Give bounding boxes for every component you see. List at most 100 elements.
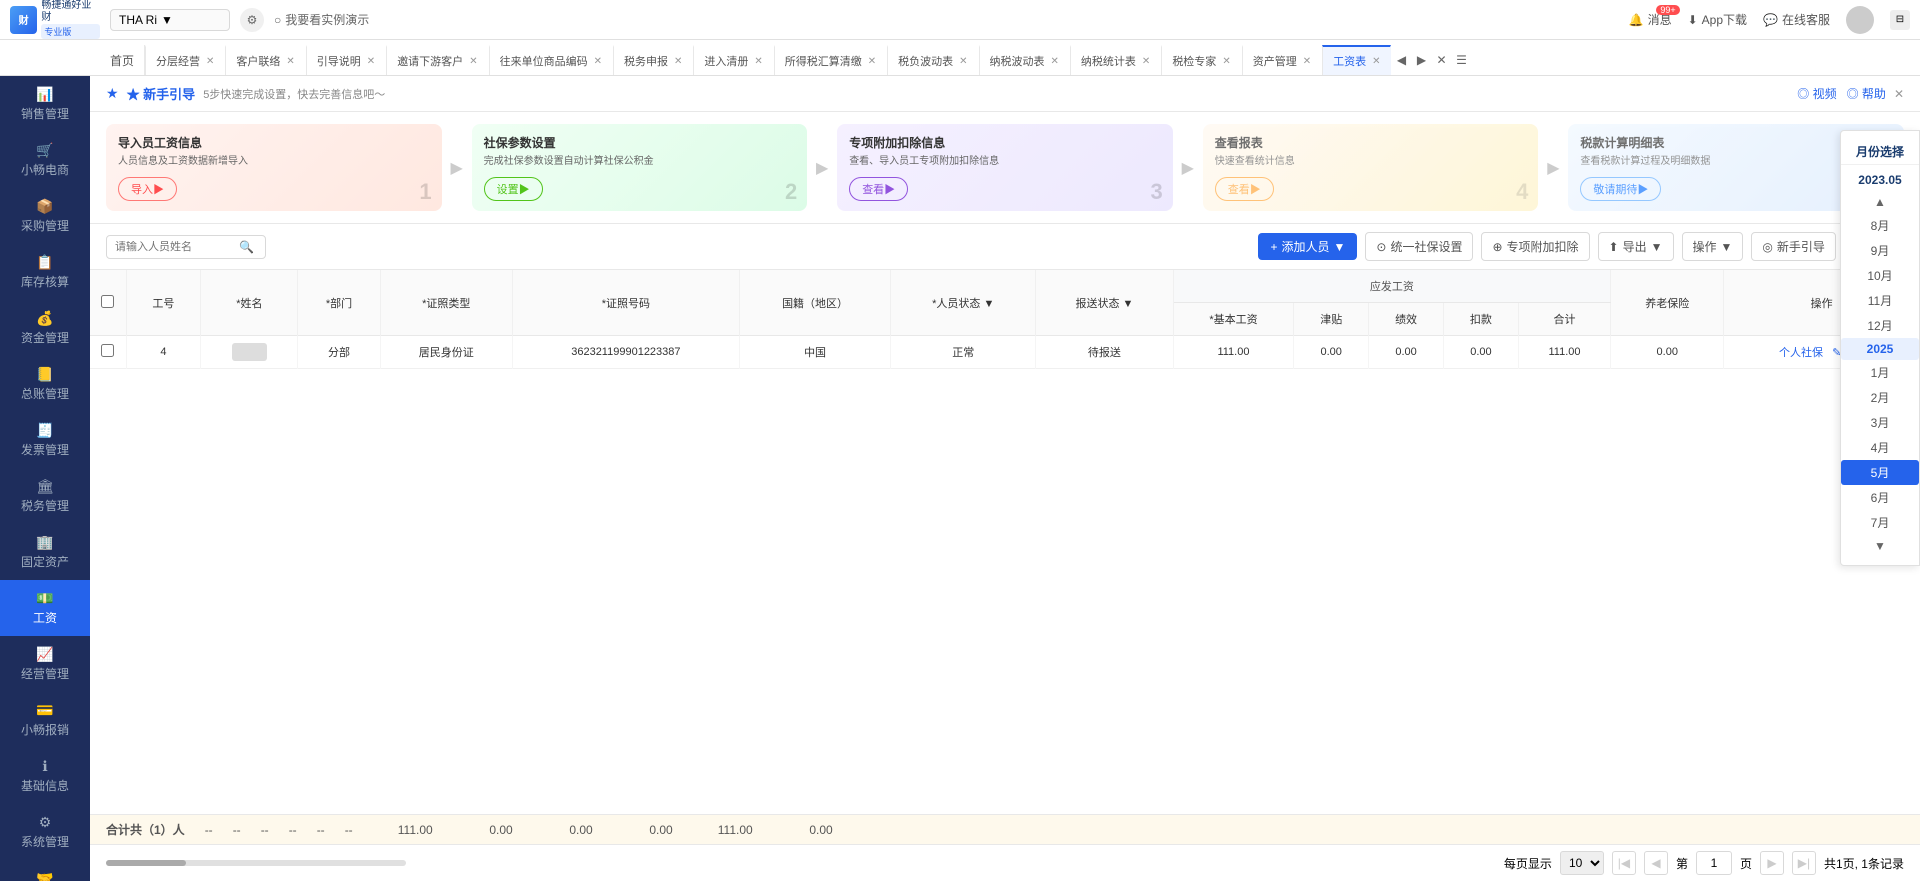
personal-insurance-button[interactable]: 个人社保	[1776, 344, 1826, 360]
tab-prev-button[interactable]: ◀	[1391, 45, 1411, 75]
month-item-1[interactable]: 1月	[1841, 360, 1919, 385]
tab-分层经营[interactable]: 分层经营 ✕	[145, 45, 225, 75]
step4-btn[interactable]: 查看▶	[1215, 177, 1274, 201]
sidebar-item-collab[interactable]: 🤝 企业协同	[0, 860, 90, 881]
month-item-3[interactable]: 3月	[1841, 410, 1919, 435]
close-icon[interactable]: ✕	[367, 56, 375, 67]
sidebar-item-ecommerce[interactable]: 🛒 小畅电商	[0, 132, 90, 188]
month-item-12[interactable]: 12月	[1841, 313, 1919, 338]
close-icon[interactable]: ✕	[1142, 56, 1150, 67]
sidebar-item-assets[interactable]: 🏢 固定资产	[0, 524, 90, 580]
add-employee-button[interactable]: + 添加人员 ▼	[1258, 233, 1357, 260]
sidebar-item-inventory[interactable]: 📋 库存核算	[0, 244, 90, 300]
sidebar-item-management[interactable]: 📈 经营管理	[0, 636, 90, 692]
special-deduction-button[interactable]: ⊕ 专项附加扣除	[1481, 232, 1589, 261]
tab-纳税波动表[interactable]: 纳税波动表 ✕	[979, 45, 1070, 75]
close-icon[interactable]: ✕	[1303, 56, 1311, 67]
sidebar-item-sales[interactable]: 📊 销售管理	[0, 76, 90, 132]
tab-客户联络[interactable]: 客户联络 ✕	[225, 45, 305, 75]
page-size-select[interactable]: 10 20 50	[1560, 851, 1604, 875]
company-selector[interactable]: THA Ri ▼	[110, 9, 230, 31]
video-link[interactable]: ◎ 视频	[1797, 85, 1836, 102]
app-download-label: App下载	[1702, 11, 1747, 28]
tab-进入清册[interactable]: 进入清册 ✕	[693, 45, 773, 75]
month-item-2025-year[interactable]: 2025	[1841, 338, 1919, 360]
month-item-2[interactable]: 2月	[1841, 385, 1919, 410]
app-download-button[interactable]: ⬇ App下载	[1688, 11, 1747, 28]
step3-btn[interactable]: 查看▶	[849, 177, 908, 201]
tab-往来单位商品编码[interactable]: 往来单位商品编码 ✕	[489, 45, 613, 75]
page-last-btn[interactable]: ▶|	[1792, 851, 1816, 875]
tab-引导说明[interactable]: 引导说明 ✕	[306, 45, 386, 75]
month-item-5[interactable]: 5月	[1841, 460, 1919, 485]
notification-button[interactable]: 🔔 消息 99+	[1629, 11, 1672, 28]
tab-home[interactable]: 首页	[100, 45, 145, 75]
guide-close-button[interactable]: ✕	[1894, 87, 1904, 101]
tab-资产管理[interactable]: 资产管理 ✕	[1242, 45, 1322, 75]
tab-税务申报[interactable]: 税务申报 ✕	[613, 45, 693, 75]
sidebar-item-purchase[interactable]: 📦 采购管理	[0, 188, 90, 244]
close-icon[interactable]: ✕	[754, 56, 762, 67]
month-up-button[interactable]: ▲	[1871, 193, 1889, 211]
tab-邀请下游客户[interactable]: 邀请下游客户 ✕	[386, 45, 488, 75]
sidebar-item-ledger[interactable]: 📒 总账管理	[0, 356, 90, 412]
close-icon[interactable]: ✕	[674, 56, 682, 67]
close-icon[interactable]: ✕	[1222, 56, 1230, 67]
demo-link[interactable]: ○ 我要看实例演示	[274, 11, 369, 28]
sidebar-item-finance[interactable]: 💰 资金管理	[0, 300, 90, 356]
tab-税检专家[interactable]: 税检专家 ✕	[1161, 45, 1241, 75]
row-checkbox[interactable]	[101, 344, 114, 357]
online-service-button[interactable]: 💬 在线客服	[1763, 11, 1830, 28]
toolbar: 🔍 + 添加人员 ▼ ⊙ 统一社保设置 ⊕ 专项附加扣除 ⬆ 导	[90, 224, 1920, 270]
tab-menu-button[interactable]: ☰	[1451, 45, 1471, 75]
month-item-11[interactable]: 11月	[1841, 288, 1919, 313]
sidebar-item-info[interactable]: ℹ 基础信息	[0, 748, 90, 804]
help-link[interactable]: ◎ 帮助	[1847, 85, 1886, 102]
page-first-button[interactable]: |◀	[1612, 851, 1636, 875]
avatar2[interactable]: ⊟	[1890, 10, 1910, 30]
close-icon[interactable]: ✕	[206, 56, 214, 67]
select-all-checkbox[interactable]	[101, 295, 114, 308]
search-input[interactable]	[115, 241, 235, 253]
operation-button[interactable]: 操作 ▼	[1682, 232, 1744, 261]
tab-工资表[interactable]: 工资表 ✕	[1322, 45, 1391, 75]
settings-button[interactable]: ⚙	[240, 8, 264, 32]
close-icon[interactable]: ✕	[469, 56, 477, 67]
step2-btn[interactable]: 设置▶	[484, 177, 543, 201]
tab-next-button[interactable]: ▶	[1411, 45, 1431, 75]
unified-setting-label: 统一社保设置	[1390, 238, 1462, 255]
sidebar-item-invoice[interactable]: 🧾 发票管理	[0, 412, 90, 468]
month-item-8[interactable]: 8月	[1841, 213, 1919, 238]
month-item-9[interactable]: 9月	[1841, 238, 1919, 263]
close-icon[interactable]: ✕	[1051, 56, 1059, 67]
month-item-6[interactable]: 6月	[1841, 485, 1919, 510]
tab-所得税汇算清缴[interactable]: 所得税汇算清缴 ✕	[774, 45, 887, 75]
page-prev-button[interactable]: ◀	[1644, 851, 1668, 875]
page-input[interactable]	[1696, 851, 1732, 875]
tab-税负波动表[interactable]: 税负波动表 ✕	[887, 45, 978, 75]
sidebar-item-salary[interactable]: 💵 工资	[0, 580, 90, 636]
close-icon[interactable]: ✕	[1372, 56, 1380, 67]
close-icon[interactable]: ✕	[959, 56, 967, 67]
close-icon[interactable]: ✕	[868, 56, 876, 67]
tab-close-all-button[interactable]: ✕	[1431, 45, 1451, 75]
month-item-7[interactable]: 7月	[1841, 510, 1919, 535]
tab-纳税统计表[interactable]: 纳税统计表 ✕	[1070, 45, 1161, 75]
step1-btn[interactable]: 导入▶	[118, 177, 177, 201]
guide-button[interactable]: ◎ 新手引导	[1751, 232, 1836, 261]
step5-btn[interactable]: 敬请期待▶	[1580, 177, 1661, 201]
month-down-button[interactable]: ▼	[1871, 537, 1889, 555]
unified-setting-button[interactable]: ⊙ 统一社保设置	[1365, 232, 1473, 261]
sidebar-label-salary: 工资	[4, 609, 86, 626]
avatar[interactable]	[1846, 6, 1874, 34]
search-icon[interactable]: 🔍	[239, 240, 254, 254]
close-icon[interactable]: ✕	[594, 56, 602, 67]
page-next-button[interactable]: ▶	[1760, 851, 1784, 875]
month-item-10[interactable]: 10月	[1841, 263, 1919, 288]
sidebar-item-expense[interactable]: 💳 小畅报销	[0, 692, 90, 748]
month-item-4[interactable]: 4月	[1841, 435, 1919, 460]
sidebar-item-system[interactable]: ⚙ 系统管理	[0, 804, 90, 860]
sidebar-item-tax[interactable]: 🏛 税务管理	[0, 468, 90, 524]
close-icon[interactable]: ✕	[286, 56, 294, 67]
export-button[interactable]: ⬆ 导出 ▼	[1598, 232, 1674, 261]
